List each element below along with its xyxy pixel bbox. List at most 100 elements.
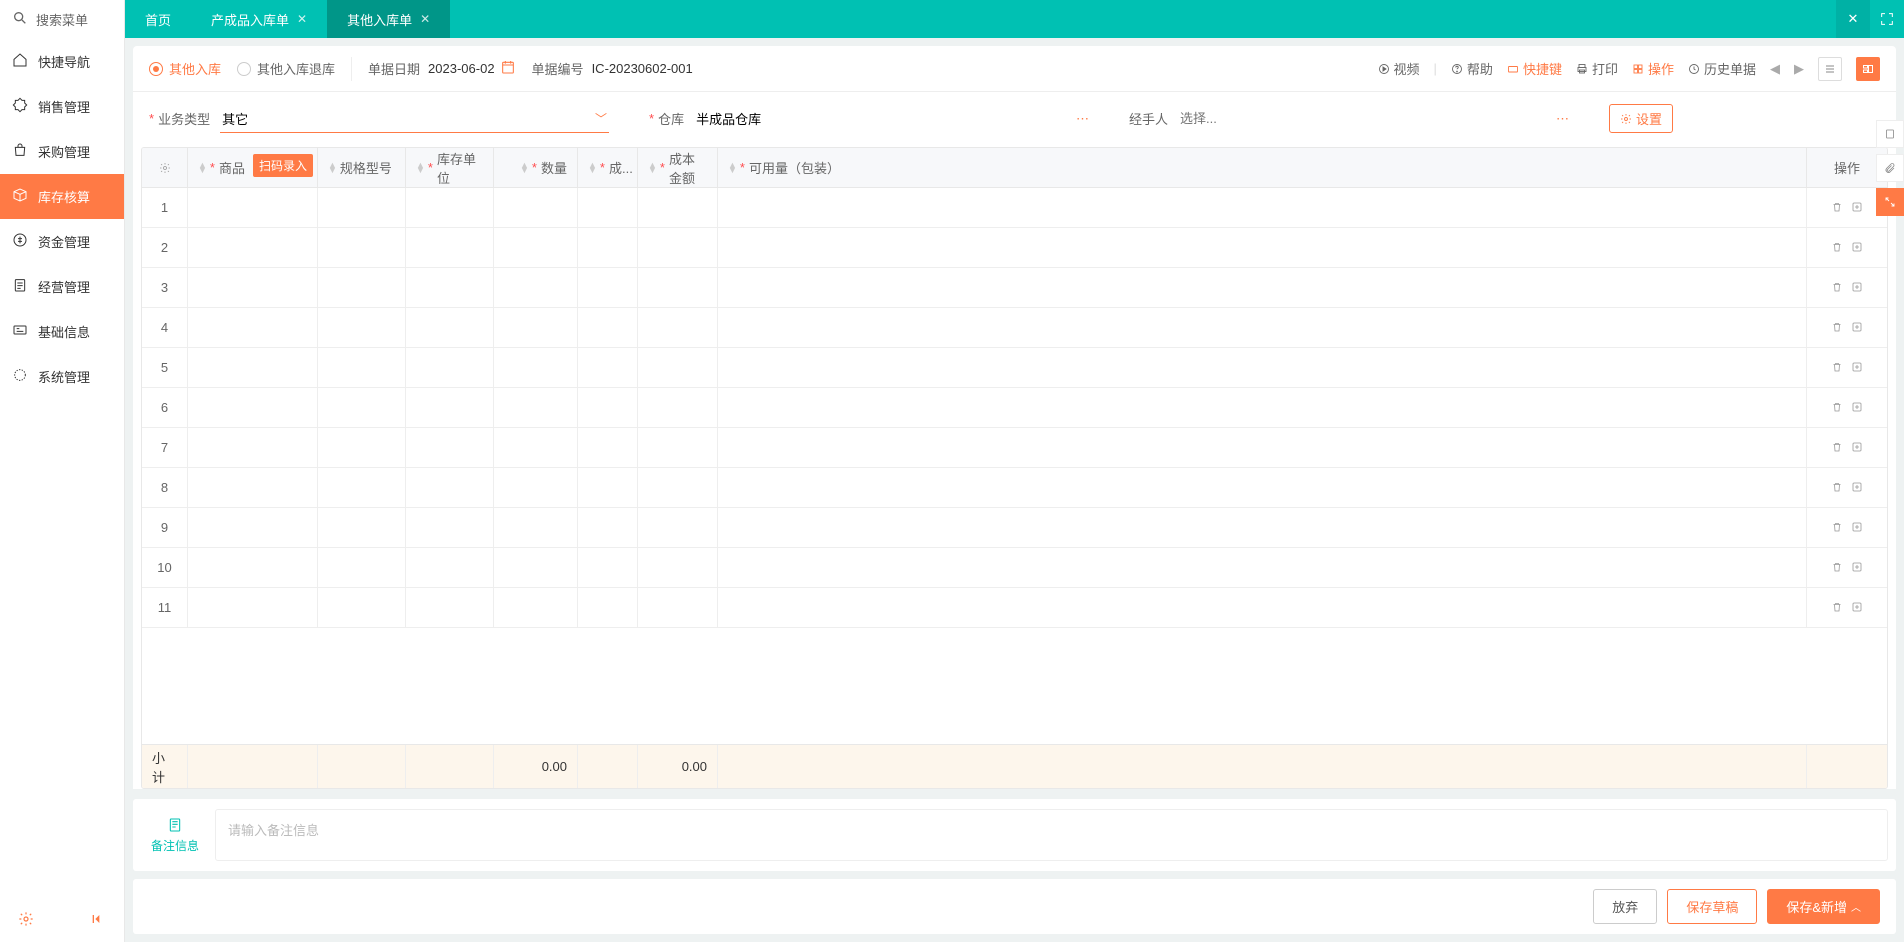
- warehouse-input[interactable]: [694, 105, 1094, 133]
- remarks-input[interactable]: [215, 809, 1888, 861]
- more-icon[interactable]: ⋯: [1556, 111, 1569, 127]
- tab-other-inbound[interactable]: 其他入库单 ✕: [327, 0, 450, 38]
- table-row[interactable]: 8: [142, 468, 1887, 508]
- cell-cost[interactable]: [578, 588, 638, 627]
- cell-product[interactable]: [188, 588, 318, 627]
- delete-row-icon[interactable]: [1831, 240, 1843, 256]
- cell-product[interactable]: [188, 228, 318, 267]
- table-row[interactable]: 9: [142, 508, 1887, 548]
- cell-available[interactable]: [718, 388, 1807, 427]
- cell-product[interactable]: [188, 428, 318, 467]
- video-link[interactable]: 视频: [1378, 59, 1420, 78]
- cell-cost[interactable]: [578, 388, 638, 427]
- cell-unit[interactable]: [406, 268, 494, 307]
- radio-other-inbound-return[interactable]: 其他入库退库: [237, 59, 335, 78]
- cell-unit[interactable]: [406, 468, 494, 507]
- cell-available[interactable]: [718, 548, 1807, 587]
- doc-date-value[interactable]: 2023-06-02: [428, 61, 495, 76]
- cell-product[interactable]: [188, 548, 318, 587]
- th-quantity[interactable]: ▲▼ *数量: [494, 148, 578, 187]
- cell-available[interactable]: [718, 228, 1807, 267]
- sidebar-item-quicknav[interactable]: 快捷导航: [0, 39, 124, 84]
- cell-product[interactable]: [188, 308, 318, 347]
- cell-cost[interactable]: [578, 348, 638, 387]
- add-row-icon[interactable]: [1851, 560, 1863, 576]
- cell-qty[interactable]: [494, 388, 578, 427]
- cell-cost[interactable]: [578, 228, 638, 267]
- cell-unit[interactable]: [406, 428, 494, 467]
- cell-qty[interactable]: [494, 348, 578, 387]
- radio-other-inbound[interactable]: 其他入库: [149, 59, 221, 78]
- cell-qty[interactable]: [494, 228, 578, 267]
- shortcut-link[interactable]: 快捷键: [1507, 59, 1562, 78]
- save-and-new-button[interactable]: 保存&新增 ︿: [1767, 889, 1880, 924]
- cell-qty[interactable]: [494, 468, 578, 507]
- cell-cost[interactable]: [578, 188, 638, 227]
- cell-product[interactable]: [188, 348, 318, 387]
- add-row-icon[interactable]: [1851, 320, 1863, 336]
- cell-cost-amount[interactable]: [638, 508, 718, 547]
- cell-product[interactable]: [188, 388, 318, 427]
- scan-button[interactable]: 扫码录入: [253, 154, 313, 177]
- cell-cost-amount[interactable]: [638, 188, 718, 227]
- dock-expand-button[interactable]: [1876, 188, 1904, 216]
- cell-cost-amount[interactable]: [638, 348, 718, 387]
- close-icon[interactable]: ✕: [420, 12, 430, 26]
- delete-row-icon[interactable]: [1831, 520, 1843, 536]
- cell-product[interactable]: [188, 468, 318, 507]
- delete-row-icon[interactable]: [1831, 560, 1843, 576]
- th-settings[interactable]: [142, 148, 188, 187]
- cell-spec[interactable]: [318, 468, 406, 507]
- cell-spec[interactable]: [318, 348, 406, 387]
- sidebar-item-inventory[interactable]: 库存核算: [0, 174, 124, 219]
- cell-cost-amount[interactable]: [638, 548, 718, 587]
- cell-spec[interactable]: [318, 548, 406, 587]
- table-row[interactable]: 5: [142, 348, 1887, 388]
- handler-input[interactable]: [1178, 105, 1574, 133]
- cell-available[interactable]: [718, 428, 1807, 467]
- history-next-button[interactable]: ▶: [1794, 61, 1804, 77]
- delete-row-icon[interactable]: [1831, 280, 1843, 296]
- print-link[interactable]: 打印: [1576, 59, 1618, 78]
- sidebar-item-system[interactable]: 系统管理: [0, 354, 124, 399]
- cell-cost-amount[interactable]: [638, 228, 718, 267]
- delete-row-icon[interactable]: [1831, 440, 1843, 456]
- add-row-icon[interactable]: [1851, 280, 1863, 296]
- sidebar-item-operations[interactable]: 经营管理: [0, 264, 124, 309]
- operation-link[interactable]: 操作: [1632, 59, 1674, 78]
- cell-cost[interactable]: [578, 268, 638, 307]
- settings-button[interactable]: 设置: [1609, 104, 1673, 133]
- cell-qty[interactable]: [494, 308, 578, 347]
- cell-unit[interactable]: [406, 508, 494, 547]
- cell-product[interactable]: [188, 268, 318, 307]
- abandon-button[interactable]: 放弃: [1593, 889, 1657, 924]
- table-row[interactable]: 2: [142, 228, 1887, 268]
- cell-spec[interactable]: [318, 268, 406, 307]
- add-row-icon[interactable]: [1851, 200, 1863, 216]
- cell-available[interactable]: [718, 508, 1807, 547]
- cell-unit[interactable]: [406, 348, 494, 387]
- save-draft-button[interactable]: 保存草稿: [1667, 889, 1757, 924]
- cell-available[interactable]: [718, 468, 1807, 507]
- sidebar-item-sales[interactable]: 销售管理: [0, 84, 124, 129]
- history-link[interactable]: 历史单据: [1688, 59, 1756, 78]
- dock-attachment-button[interactable]: [1876, 154, 1904, 182]
- cell-cost-amount[interactable]: [638, 268, 718, 307]
- cell-available[interactable]: [718, 308, 1807, 347]
- cell-unit[interactable]: [406, 548, 494, 587]
- delete-row-icon[interactable]: [1831, 480, 1843, 496]
- fullscreen-button[interactable]: [1870, 0, 1904, 38]
- collapse-icon[interactable]: [90, 911, 106, 930]
- cell-spec[interactable]: [318, 188, 406, 227]
- cell-unit[interactable]: [406, 588, 494, 627]
- cell-unit[interactable]: [406, 308, 494, 347]
- add-row-icon[interactable]: [1851, 480, 1863, 496]
- delete-row-icon[interactable]: [1831, 320, 1843, 336]
- th-product[interactable]: ▲▼ *商品 扫码录入: [188, 148, 318, 187]
- th-spec[interactable]: ▲▼ 规格型号: [318, 148, 406, 187]
- history-prev-button[interactable]: ◀: [1770, 61, 1780, 77]
- cell-available[interactable]: [718, 588, 1807, 627]
- delete-row-icon[interactable]: [1831, 600, 1843, 616]
- cell-product[interactable]: [188, 188, 318, 227]
- th-cost-amount[interactable]: ▲▼ *成本金额: [638, 148, 718, 187]
